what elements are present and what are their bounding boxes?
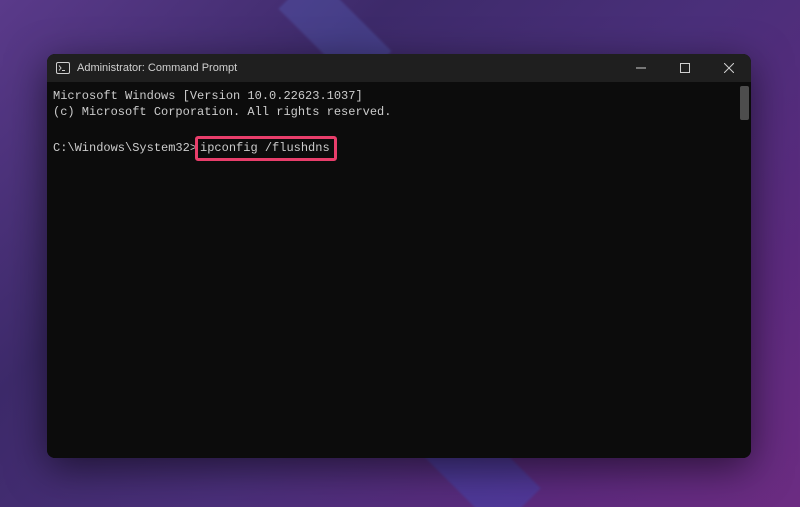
terminal-output: Microsoft Windows [Version 10.0.22623.10…: [47, 82, 738, 458]
scrollbar-track[interactable]: [740, 86, 749, 454]
terminal-area[interactable]: Microsoft Windows [Version 10.0.22623.10…: [47, 82, 751, 458]
desktop-background: Administrator: Command Prompt Microsoft …: [0, 0, 800, 507]
window-title: Administrator: Command Prompt: [77, 62, 237, 74]
prompt-path: C:\Windows\System32>: [53, 141, 197, 155]
typed-command: ipconfig /flushdns: [200, 141, 330, 155]
minimize-button[interactable]: [619, 54, 663, 82]
command-prompt-window: Administrator: Command Prompt Microsoft …: [47, 54, 751, 458]
close-button[interactable]: [707, 54, 751, 82]
copyright-line: (c) Microsoft Corporation. All rights re…: [53, 105, 391, 119]
maximize-button[interactable]: [663, 54, 707, 82]
scrollbar-thumb[interactable]: [740, 86, 749, 120]
titlebar[interactable]: Administrator: Command Prompt: [47, 54, 751, 82]
cmd-icon: [55, 60, 71, 76]
version-line: Microsoft Windows [Version 10.0.22623.10…: [53, 89, 363, 103]
command-highlight: ipconfig /flushdns: [195, 136, 337, 161]
